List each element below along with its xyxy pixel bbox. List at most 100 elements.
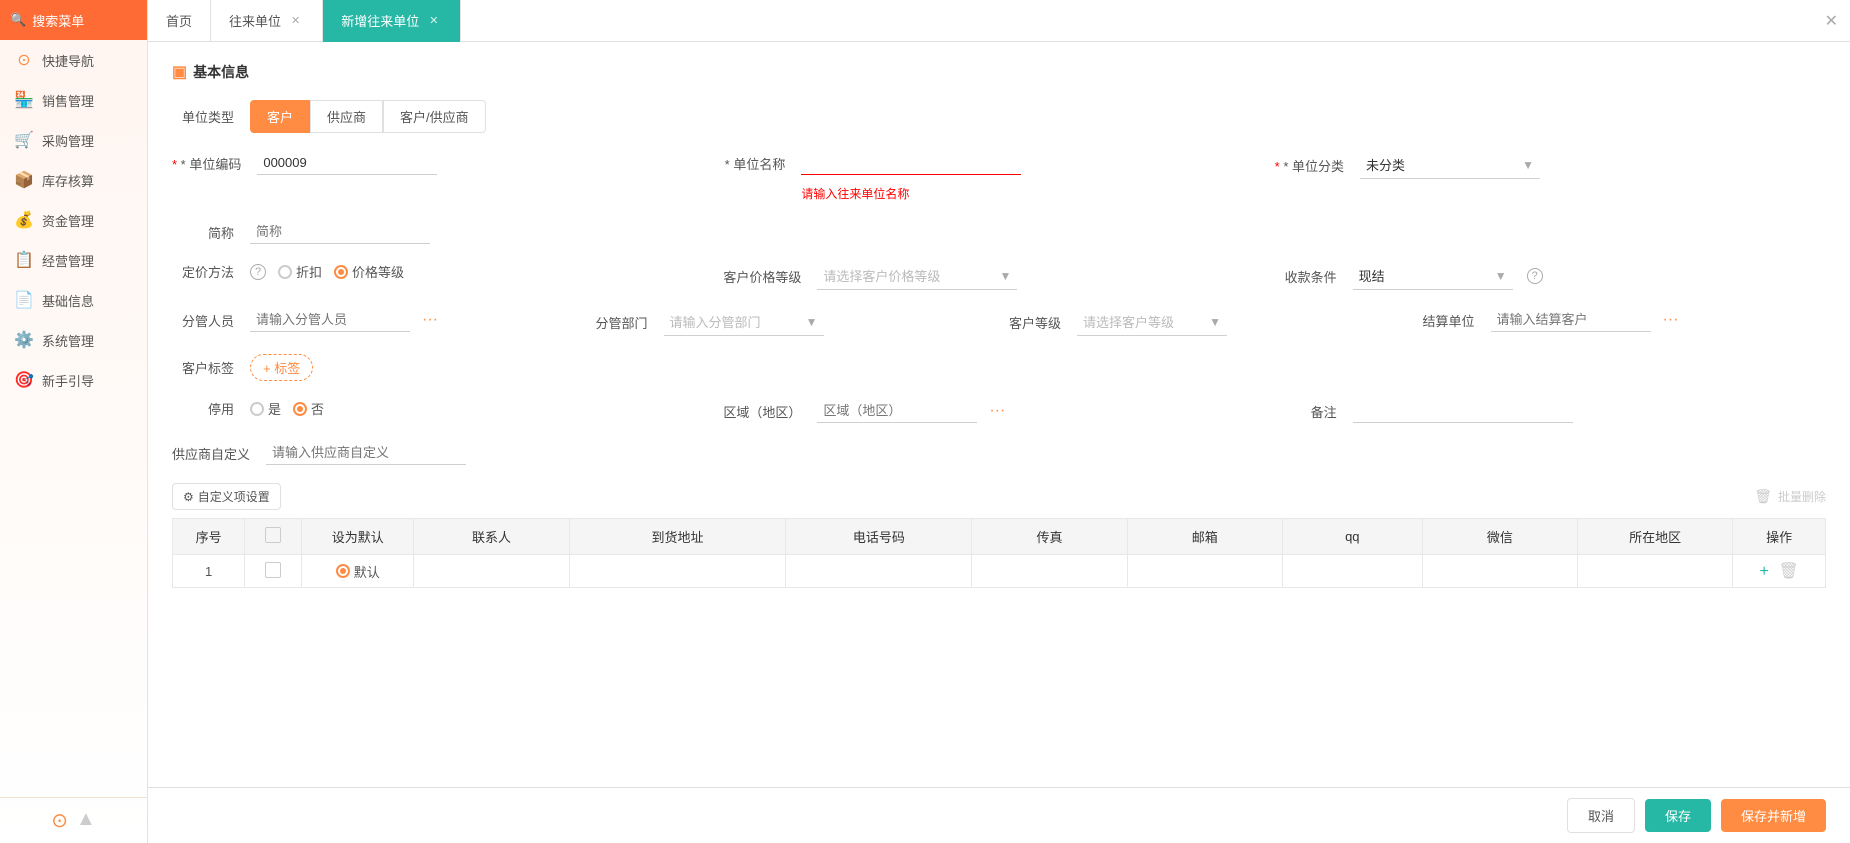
qq-input[interactable]: [1317, 564, 1387, 579]
department-select[interactable]: 请输入分管部门 ▼: [664, 308, 824, 336]
region-input[interactable]: [817, 399, 977, 423]
pricing-method-label: 定价方法: [172, 262, 242, 281]
settlement-field: 结算单位 ···: [1413, 308, 1827, 332]
default-radio-group: 默认: [312, 562, 403, 581]
stop-no[interactable]: 否: [293, 399, 324, 418]
sidebar-item-sales[interactable]: 🏪 销售管理: [0, 80, 147, 120]
basic-info-icon: 📄: [14, 290, 34, 310]
stop-yes[interactable]: 是: [250, 399, 281, 418]
pricing-discount[interactable]: 折扣: [278, 262, 322, 281]
section-icon: ▣: [172, 62, 187, 82]
settlement-input[interactable]: [1491, 308, 1651, 332]
th-fax: 传真: [972, 519, 1127, 555]
unit-code-field: * 单位编码: [172, 151, 723, 175]
customer-price-field: 客户价格等级 请选择客户价格等级 ▼: [723, 262, 1274, 290]
settings-btn[interactable]: ⚙ 自定义项设置: [172, 483, 281, 510]
cancel-button[interactable]: 取消: [1567, 798, 1635, 833]
th-wechat: 微信: [1422, 519, 1577, 555]
add-tag-btn[interactable]: + 标签: [250, 354, 313, 381]
default-radio-item[interactable]: 默认: [336, 562, 380, 581]
sidebar: 🔍 搜索菜单 ⊙ 快捷导航 🏪 销售管理 🛒 采购管理 📦 库存核算 💰 资金管…: [0, 0, 148, 843]
customer-level-select[interactable]: 请选择客户等级 ▼: [1077, 308, 1227, 336]
system-icon: ⚙️: [14, 330, 34, 350]
row-add-btn[interactable]: +: [1759, 563, 1768, 580]
settlement-more-btn[interactable]: ···: [1659, 311, 1683, 329]
row-email: [1127, 555, 1282, 588]
btn-supplier[interactable]: 供应商: [310, 100, 383, 133]
pricing-help-icon[interactable]: ?: [250, 264, 266, 280]
row-delete-btn[interactable]: 🗑: [1778, 563, 1798, 580]
sidebar-item-label: 系统管理: [42, 331, 94, 350]
customer-level-label: 客户等级: [999, 313, 1069, 332]
settings-btn-label: 自定义项设置: [198, 488, 270, 505]
email-input[interactable]: [1165, 564, 1245, 579]
department-placeholder: 请输入分管部门: [670, 312, 802, 331]
table-region-input[interactable]: [1615, 564, 1695, 579]
manager-input[interactable]: [250, 308, 410, 332]
sidebar-item-basic-info[interactable]: 📄 基础信息: [0, 280, 147, 320]
section-title-basic-info: ▣ 基本信息: [172, 62, 1826, 82]
tab-new-partner[interactable]: 新增往来单位 ✕: [323, 0, 461, 42]
select-all-checkbox[interactable]: [265, 527, 281, 543]
payment-terms-select[interactable]: 现结 ▼: [1353, 262, 1513, 290]
wechat-input[interactable]: [1460, 564, 1540, 579]
customer-price-select[interactable]: 请选择客户价格等级 ▼: [817, 262, 1017, 290]
region-more-btn[interactable]: ···: [985, 402, 1009, 420]
manager-more-btn[interactable]: ···: [418, 311, 442, 329]
stop-no-radio[interactable]: [293, 402, 307, 416]
phone-input[interactable]: [829, 564, 929, 579]
address-input[interactable]: [617, 564, 737, 579]
sales-icon: 🏪: [14, 90, 34, 110]
supplier-custom-field: 供应商自定义: [172, 441, 1826, 465]
btn-customer[interactable]: 客户: [250, 100, 310, 133]
unit-name-input[interactable]: [801, 151, 1021, 175]
fax-input[interactable]: [1009, 564, 1089, 579]
form-footer: 取消 保存 保存并新增: [148, 787, 1850, 843]
sidebar-item-inventory[interactable]: 📦 库存核算: [0, 160, 147, 200]
customer-level-field: 客户等级 请选择客户等级 ▼: [999, 308, 1413, 336]
default-radio[interactable]: [336, 564, 350, 578]
remark-label: 备注: [1275, 402, 1345, 421]
sidebar-item-system[interactable]: ⚙️ 系统管理: [0, 320, 147, 360]
tab-new-partner-close[interactable]: ✕: [425, 12, 442, 29]
pricing-level[interactable]: 价格等级: [334, 262, 404, 281]
payment-help-icon[interactable]: ?: [1527, 268, 1543, 284]
tab-partners-close[interactable]: ✕: [287, 12, 304, 29]
abbreviation-input[interactable]: [250, 220, 430, 244]
supplier-custom-input[interactable]: [266, 441, 466, 465]
row-fax: [972, 555, 1127, 588]
tab-partners[interactable]: 往来单位 ✕: [211, 0, 323, 42]
sidebar-header: 🔍 搜索菜单: [0, 0, 147, 40]
discount-radio[interactable]: [278, 265, 292, 279]
operations-icon: 📋: [14, 250, 34, 270]
pricing-row: 定价方法 ? 折扣 价格等级 客户价格等级 请选择客户价格等级: [172, 262, 1826, 290]
contact-input[interactable]: [452, 564, 532, 579]
price-level-label: 价格等级: [352, 262, 404, 281]
sidebar-item-label: 新手引导: [42, 371, 94, 390]
contact-table: 序号 设为默认 联系人 到货地址 电话号码 传真 邮箱 qq 微信 所在地区 操…: [172, 518, 1826, 588]
tab-home[interactable]: 首页: [148, 0, 211, 42]
sidebar-item-finance[interactable]: 💰 资金管理: [0, 200, 147, 240]
main-area: 首页 往来单位 ✕ 新增往来单位 ✕ ✕ ▣ 基本信息 单位类型 客户 供应商 …: [148, 0, 1850, 843]
search-menu-icon: 🔍: [10, 12, 26, 28]
manager-label: 分管人员: [172, 311, 242, 330]
unit-code-input[interactable]: [257, 151, 437, 175]
btn-both[interactable]: 客户/供应商: [383, 100, 486, 133]
unit-category-select[interactable]: 未分类 ▼: [1360, 151, 1540, 179]
save-button[interactable]: 保存: [1645, 799, 1711, 832]
tab-bar-close[interactable]: ✕: [1825, 11, 1850, 31]
department-label: 分管部门: [586, 313, 656, 332]
sidebar-item-purchase[interactable]: 🛒 采购管理: [0, 120, 147, 160]
row-checkbox[interactable]: [265, 562, 281, 578]
table-toolbar: ⚙ 自定义项设置 🗑 批量删除: [172, 483, 1826, 510]
sidebar-item-guide[interactable]: 🎯 新手引导: [0, 360, 147, 400]
sidebar-item-operations[interactable]: 📋 经营管理: [0, 240, 147, 280]
remark-input[interactable]: [1353, 399, 1573, 423]
stop-yes-radio[interactable]: [250, 402, 264, 416]
remark-field: 备注: [1275, 399, 1826, 423]
unit-code-name-row: * 单位编码 * 单位名称 请输入往来单位名称 * 单位分类 未分类 ▼: [172, 151, 1826, 202]
sidebar-item-quick-nav[interactable]: ⊙ 快捷导航: [0, 40, 147, 80]
batch-delete-btn[interactable]: 批量删除: [1778, 488, 1826, 505]
price-level-radio[interactable]: [334, 265, 348, 279]
save-new-button[interactable]: 保存并新增: [1721, 799, 1826, 832]
